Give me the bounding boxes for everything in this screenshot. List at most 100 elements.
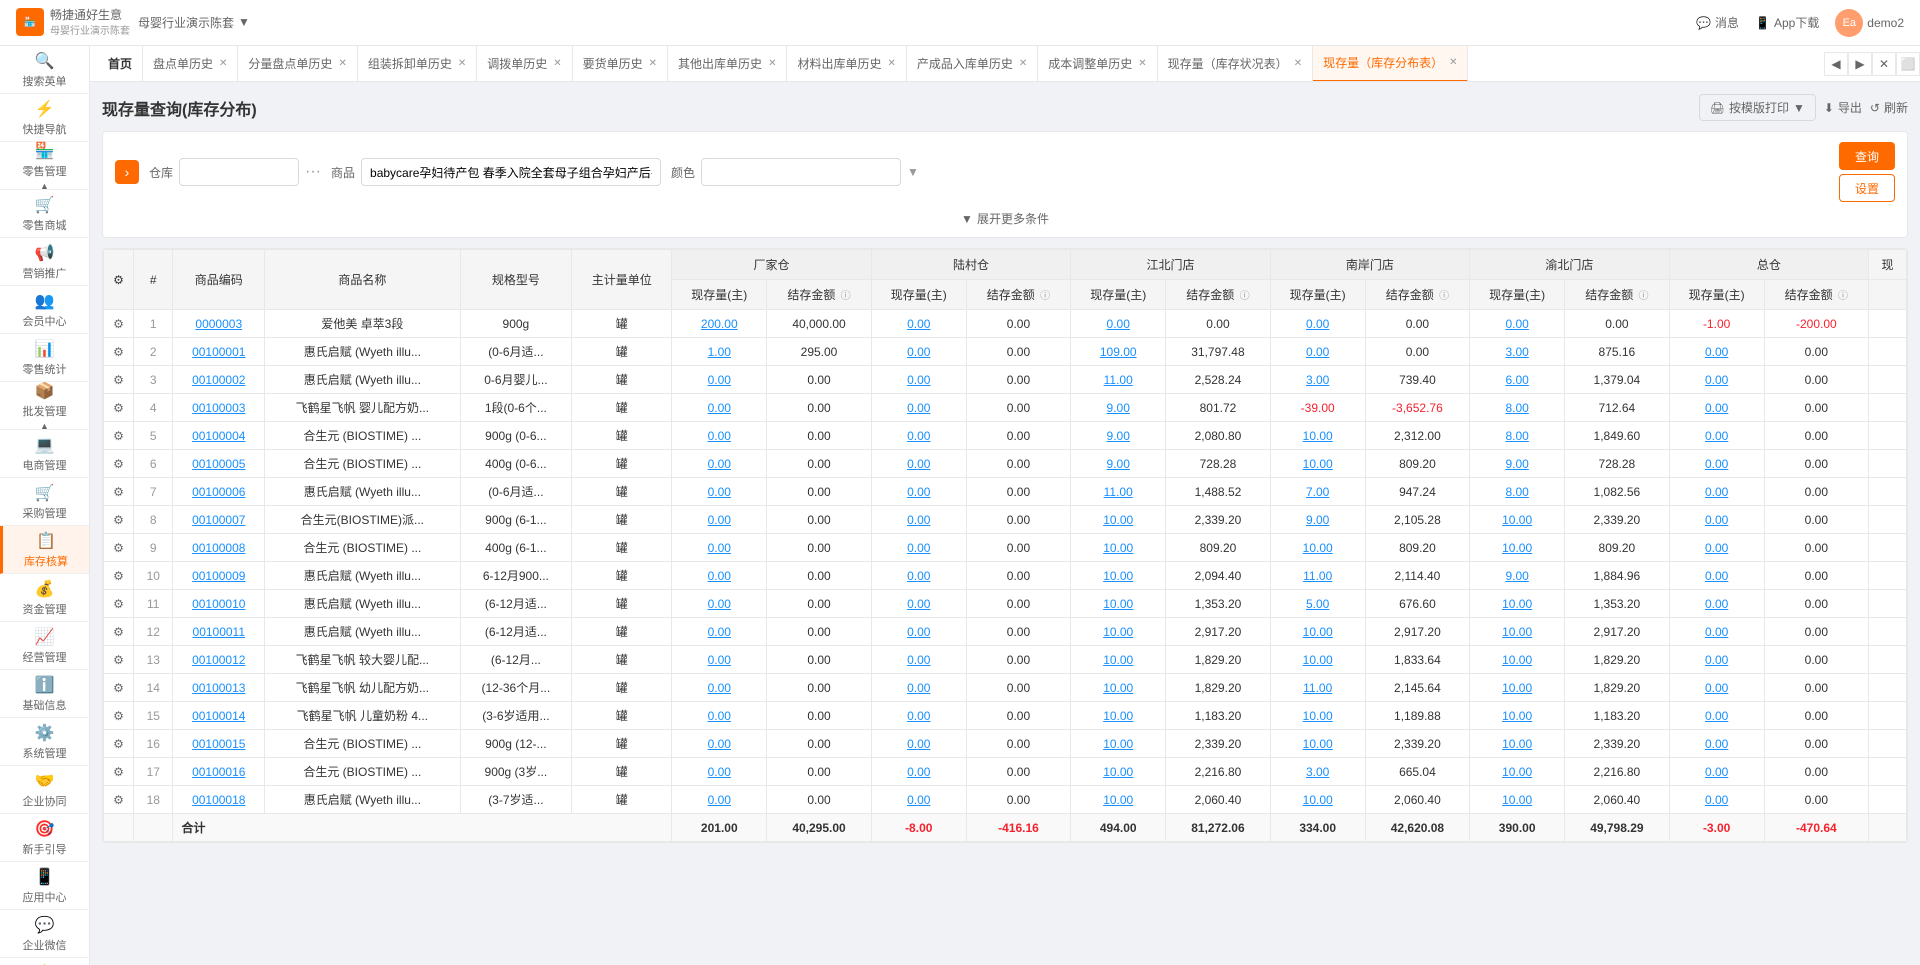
nav-tab-close[interactable]: ✕	[1138, 58, 1146, 69]
row-yb-qty[interactable]: 10.00	[1470, 506, 1565, 534]
row-lc-qty[interactable]: 0.00	[871, 702, 966, 730]
row-jb-qty[interactable]: 10.00	[1071, 534, 1166, 562]
user-area[interactable]: Ea demo2	[1835, 9, 1904, 37]
row-yb-qty[interactable]: 10.00	[1470, 786, 1565, 814]
sidebar-item-7[interactable]: 📦 批发管理 ▲	[0, 382, 89, 430]
sidebar-item-19[interactable]: ⭐ 畅会员	[0, 958, 89, 965]
nav-tab-close[interactable]: ✕	[219, 58, 227, 69]
row-code[interactable]: 00100009	[173, 562, 265, 590]
row-total-qty[interactable]: 0.00	[1669, 590, 1764, 618]
row-lc-qty[interactable]: 0.00	[871, 562, 966, 590]
filter-expander[interactable]: ›	[115, 160, 139, 184]
row-jb-qty[interactable]: 9.00	[1071, 422, 1166, 450]
row-yb-qty[interactable]: 10.00	[1470, 758, 1565, 786]
nav-tab-9[interactable]: 成本调整单历史✕	[1038, 46, 1157, 82]
row-fj-qty[interactable]: 0.00	[672, 730, 767, 758]
row-total-qty[interactable]: 0.00	[1669, 786, 1764, 814]
row-na-qty[interactable]: 11.00	[1270, 562, 1365, 590]
row-total-qty[interactable]: 0.00	[1669, 422, 1764, 450]
sidebar-item-9[interactable]: 🛒 采购管理	[0, 478, 89, 526]
nav-tab-close[interactable]: ✕	[1294, 58, 1302, 69]
row-gear[interactable]: ⚙	[104, 674, 134, 702]
row-gear[interactable]: ⚙	[104, 366, 134, 394]
row-yb-qty[interactable]: 10.00	[1470, 646, 1565, 674]
row-jb-qty[interactable]: 9.00	[1071, 394, 1166, 422]
row-na-qty[interactable]: -39.00	[1270, 394, 1365, 422]
row-total-qty[interactable]: 0.00	[1669, 618, 1764, 646]
row-total-qty[interactable]: 0.00	[1669, 702, 1764, 730]
nav-tab-8[interactable]: 产成品入库单历史✕	[907, 46, 1038, 82]
row-gear[interactable]: ⚙	[104, 394, 134, 422]
row-total-qty[interactable]: 0.00	[1669, 478, 1764, 506]
row-lc-qty[interactable]: 0.00	[871, 366, 966, 394]
row-lc-qty[interactable]: 0.00	[871, 534, 966, 562]
row-code[interactable]: 00100005	[173, 450, 265, 478]
row-total-qty[interactable]: 0.00	[1669, 730, 1764, 758]
row-total-qty[interactable]: 0.00	[1669, 450, 1764, 478]
row-lc-qty[interactable]: 0.00	[871, 478, 966, 506]
row-jb-qty[interactable]: 10.00	[1071, 646, 1166, 674]
nav-tab-0[interactable]: 首页	[98, 46, 143, 82]
row-gear[interactable]: ⚙	[104, 338, 134, 366]
row-na-qty[interactable]: 10.00	[1270, 730, 1365, 758]
row-gear[interactable]: ⚙	[104, 590, 134, 618]
row-yb-qty[interactable]: 8.00	[1470, 478, 1565, 506]
row-jb-qty[interactable]: 10.00	[1071, 618, 1166, 646]
row-code[interactable]: 0000003	[173, 310, 265, 338]
row-code[interactable]: 00100012	[173, 646, 265, 674]
row-code[interactable]: 00100011	[173, 618, 265, 646]
row-yb-qty[interactable]: 8.00	[1470, 422, 1565, 450]
row-gear[interactable]: ⚙	[104, 310, 134, 338]
sidebar-item-13[interactable]: ℹ️ 基础信息	[0, 670, 89, 718]
sidebar-item-11[interactable]: 💰 资金管理	[0, 574, 89, 622]
row-fj-qty[interactable]: 0.00	[672, 758, 767, 786]
row-yb-qty[interactable]: 10.00	[1470, 618, 1565, 646]
row-na-qty[interactable]: 10.00	[1270, 534, 1365, 562]
row-code[interactable]: 00100016	[173, 758, 265, 786]
sidebar-item-5[interactable]: 👥 会员中心	[0, 286, 89, 334]
row-gear[interactable]: ⚙	[104, 646, 134, 674]
row-fj-qty[interactable]: 200.00	[672, 310, 767, 338]
row-na-qty[interactable]: 9.00	[1270, 506, 1365, 534]
row-gear[interactable]: ⚙	[104, 786, 134, 814]
nav-tab-2[interactable]: 分量盘点单历史✕	[238, 46, 357, 82]
row-total-qty[interactable]: 0.00	[1669, 506, 1764, 534]
row-yb-qty[interactable]: 10.00	[1470, 674, 1565, 702]
sidebar-item-12[interactable]: 📈 经营管理	[0, 622, 89, 670]
row-na-qty[interactable]: 5.00	[1270, 590, 1365, 618]
row-lc-qty[interactable]: 0.00	[871, 786, 966, 814]
row-code[interactable]: 00100014	[173, 702, 265, 730]
nav-tab-close[interactable]: ✕	[768, 58, 776, 69]
row-gear[interactable]: ⚙	[104, 506, 134, 534]
row-total-qty[interactable]: 0.00	[1669, 394, 1764, 422]
row-jb-qty[interactable]: 10.00	[1071, 562, 1166, 590]
row-na-qty[interactable]: 3.00	[1270, 758, 1365, 786]
sidebar-item-4[interactable]: 📢 营销推广	[0, 238, 89, 286]
row-na-qty[interactable]: 10.00	[1270, 646, 1365, 674]
row-yb-qty[interactable]: 10.00	[1470, 730, 1565, 758]
row-lc-qty[interactable]: 0.00	[871, 590, 966, 618]
row-yb-qty[interactable]: 10.00	[1470, 590, 1565, 618]
sidebar-item-0[interactable]: 🔍 搜索英单	[0, 46, 89, 94]
row-fj-qty[interactable]: 0.00	[672, 618, 767, 646]
row-yb-qty[interactable]: 10.00	[1470, 534, 1565, 562]
row-fj-qty[interactable]: 0.00	[672, 562, 767, 590]
row-total-qty[interactable]: 0.00	[1669, 674, 1764, 702]
row-code[interactable]: 00100008	[173, 534, 265, 562]
row-lc-qty[interactable]: 0.00	[871, 730, 966, 758]
app-download-btn[interactable]: 📱 App下载	[1755, 14, 1819, 31]
query-btn[interactable]: 查询	[1839, 142, 1895, 170]
sidebar-item-10[interactable]: 📋 库存核算	[0, 526, 89, 574]
print-btn[interactable]: 🖨 按模版打印 ▼	[1699, 94, 1816, 121]
row-fj-qty[interactable]: 0.00	[672, 366, 767, 394]
sidebar-item-18[interactable]: 💬 企业微信	[0, 910, 89, 958]
nav-tab-close[interactable]: ✕	[649, 58, 657, 69]
nav-tab-close[interactable]: ✕	[1449, 57, 1457, 68]
row-gear[interactable]: ⚙	[104, 730, 134, 758]
row-yb-qty[interactable]: 0.00	[1470, 310, 1565, 338]
sidebar-item-8[interactable]: 💻 电商管理	[0, 430, 89, 478]
row-lc-qty[interactable]: 0.00	[871, 422, 966, 450]
row-na-qty[interactable]: 0.00	[1270, 338, 1365, 366]
row-fj-qty[interactable]: 0.00	[672, 534, 767, 562]
warehouse-dots[interactable]: ···	[305, 163, 321, 181]
